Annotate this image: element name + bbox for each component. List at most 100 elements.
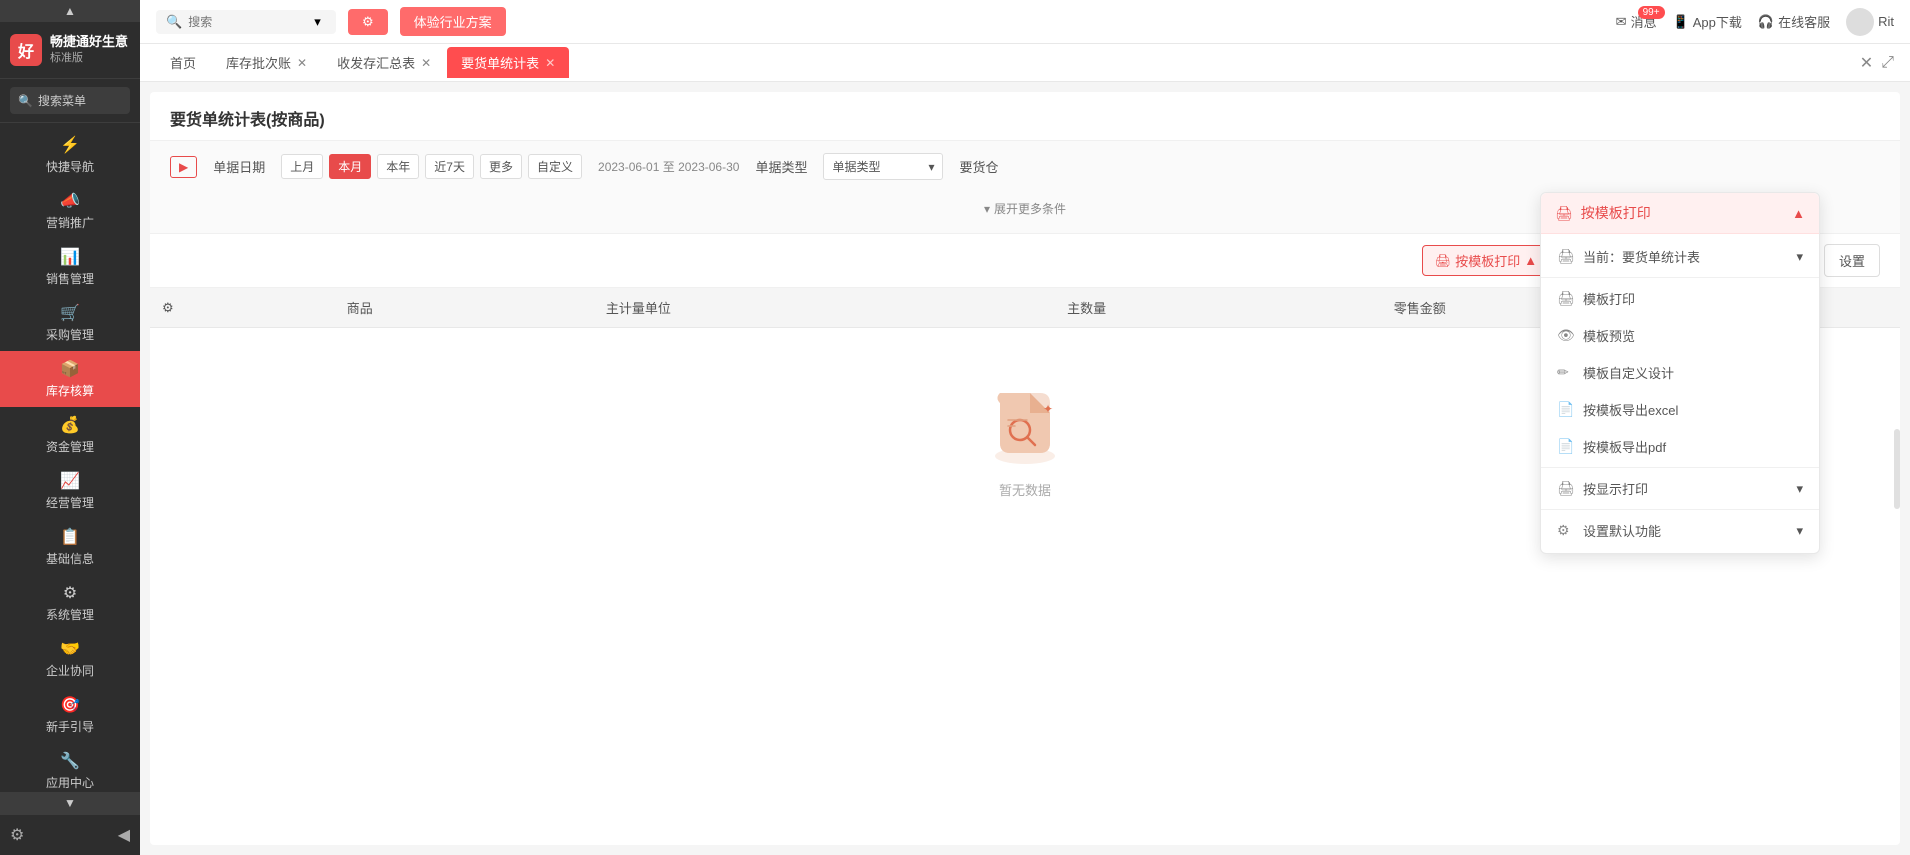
- dropdown-header-label: 按模板打印: [1581, 203, 1651, 223]
- sidebar-item-purchase[interactable]: 🛒 采购管理: [0, 295, 140, 351]
- table-settings-icon[interactable]: ⚙: [162, 300, 174, 315]
- user-avatar[interactable]: Rit: [1846, 8, 1894, 36]
- tab-home-label: 首页: [170, 53, 196, 72]
- sidebar-item-label: 采购管理: [46, 326, 94, 343]
- trial-button[interactable]: 体验行业方案: [400, 7, 506, 36]
- settings-btn[interactable]: 设置: [1824, 244, 1880, 277]
- gear-btn[interactable]: ⚙: [348, 9, 388, 35]
- sidebar: ▲ 好 畅捷通好生意 标准版 🔍 搜索菜单 ⚡ 快捷导航 📣 营销推广 📊 销售…: [0, 0, 140, 855]
- tab-inventory-batch-close[interactable]: ✕: [297, 56, 307, 70]
- tab-inventory-batch[interactable]: 库存批次账 ✕: [212, 47, 321, 78]
- dropdown-template-export-pdf[interactable]: 📄 按模板导出pdf: [1541, 428, 1819, 465]
- set-default-chevron-icon: ▾: [1796, 523, 1803, 539]
- dropdown-display-print-label: 按显示打印: [1583, 479, 1648, 498]
- dropdown-template-export-excel[interactable]: 📄 按模板导出excel: [1541, 391, 1819, 428]
- collab-icon: 🤝: [60, 639, 80, 659]
- sidebar-item-inventory[interactable]: 📦 库存核算: [0, 351, 140, 407]
- sidebar-item-basic[interactable]: 📋 基础信息: [0, 519, 140, 575]
- dropdown-display-print[interactable]: 🖨 按显示打印 ▾: [1541, 470, 1819, 507]
- sidebar-item-finance[interactable]: 💰 资金管理: [0, 407, 140, 463]
- template-design-icon: ✏: [1557, 364, 1573, 381]
- dropdown-current-left: 🖨 当前：要货单统计表: [1557, 247, 1700, 266]
- sidebar-scroll-down[interactable]: ▼: [0, 792, 140, 814]
- app-download-icon: 📱: [1673, 14, 1689, 30]
- close-all-tabs-btn[interactable]: ✕: [1860, 53, 1873, 73]
- column-unit: 主计量单位: [594, 288, 1055, 328]
- print-btn[interactable]: 🖨 按模板打印 ▲: [1422, 245, 1550, 276]
- message-icon: ✉: [1616, 14, 1627, 30]
- messages-btn[interactable]: ✉ 消息 99+: [1616, 12, 1657, 31]
- sidebar-item-apps[interactable]: 🔧 应用中心: [0, 743, 140, 792]
- dropdown-chevron-up-icon[interactable]: ▲: [1792, 206, 1805, 221]
- dropdown-template-export-excel-label: 按模板导出excel: [1583, 400, 1678, 419]
- global-search[interactable]: 🔍 ▾: [156, 10, 336, 34]
- dropdown-template-print[interactable]: 🖨 模板打印: [1541, 280, 1819, 317]
- date-prev-month-btn[interactable]: 上月: [281, 154, 323, 179]
- date-last7days-btn[interactable]: 近7天: [425, 154, 474, 179]
- sidebar-item-label: 系统管理: [46, 606, 94, 623]
- expand-more-btn[interactable]: ▾ 展开更多条件: [972, 196, 1078, 221]
- column-product: 商品: [335, 288, 594, 328]
- settings-bottom-btn[interactable]: ⚙: [10, 825, 24, 845]
- online-service-btn[interactable]: 🎧 在线客服: [1758, 12, 1830, 31]
- search-header-icon: 🔍: [166, 14, 182, 30]
- sidebar-search-button[interactable]: 🔍 搜索菜单: [10, 87, 130, 114]
- scroll-handle[interactable]: [1894, 429, 1900, 509]
- date-more-btn[interactable]: 更多: [480, 154, 522, 179]
- tab-collection-summary-close[interactable]: ✕: [421, 56, 431, 70]
- search-icon: 🔍: [18, 94, 33, 108]
- dropdown-set-default[interactable]: ⚙ 设置默认功能 ▾: [1541, 512, 1819, 549]
- filter-expand-btn[interactable]: ▶: [170, 156, 197, 178]
- dropdown-template-preview[interactable]: 👁 模板预览: [1541, 317, 1819, 354]
- sidebar-item-label: 库存核算: [46, 382, 94, 399]
- search-dropdown-icon[interactable]: ▾: [314, 14, 321, 30]
- date-filter-label: 单据日期: [213, 157, 265, 176]
- order-status-label: 要货仓: [959, 157, 998, 176]
- tab-collection-summary[interactable]: 收发存汇总表 ✕: [323, 47, 445, 78]
- operation-icon: 📈: [60, 471, 80, 491]
- date-current-month-btn[interactable]: 本月: [329, 154, 371, 179]
- tab-order-stats-close[interactable]: ✕: [545, 56, 555, 70]
- filter-row: ▶ 单据日期 上月 本月 本年 近7天 更多 自定义 2023-06-01 至 …: [170, 153, 1880, 180]
- service-icon: 🎧: [1758, 14, 1774, 30]
- date-current-year-btn[interactable]: 本年: [377, 154, 419, 179]
- sidebar-item-label: 经营管理: [46, 494, 94, 511]
- dropdown-current-label: 当前：要货单统计表: [1583, 247, 1700, 266]
- sidebar-item-quick-nav[interactable]: ⚡ 快捷导航: [0, 127, 140, 183]
- dropdown-current-item[interactable]: 🖨 当前：要货单统计表 ▾: [1541, 238, 1819, 275]
- system-icon: ⚙: [63, 583, 77, 603]
- sidebar-item-operation[interactable]: 📈 经营管理: [0, 463, 140, 519]
- tab-order-stats-label: 要货单统计表: [461, 53, 539, 72]
- page-content: 要货单统计表(按商品) ▶ 单据日期 上月 本月 本年 近7天 更多 自定义 2…: [150, 92, 1900, 845]
- sidebar-item-marketing[interactable]: 📣 营销推广: [0, 183, 140, 239]
- collapse-btn[interactable]: ◀: [118, 825, 130, 845]
- purchase-icon: 🛒: [60, 303, 80, 323]
- sidebar-item-label: 基础信息: [46, 550, 94, 567]
- dropdown-divider-1: [1541, 277, 1819, 278]
- expand-more-label: 展开更多条件: [994, 200, 1066, 217]
- sidebar-item-sales[interactable]: 📊 销售管理: [0, 239, 140, 295]
- search-input[interactable]: [188, 15, 308, 29]
- sidebar-item-collab[interactable]: 🤝 企业协同: [0, 631, 140, 687]
- maximize-btn[interactable]: ⤢: [1881, 53, 1894, 73]
- sidebar-item-guide[interactable]: 🎯 新手引导: [0, 687, 140, 743]
- date-custom-btn[interactable]: 自定义: [528, 154, 582, 179]
- empty-text: 暂无数据: [999, 480, 1051, 499]
- display-print-chevron-icon: ▾: [1796, 481, 1803, 497]
- dropdown-divider-2: [1541, 467, 1819, 468]
- tab-home[interactable]: 首页: [156, 47, 210, 78]
- sidebar-item-label: 资金管理: [46, 438, 94, 455]
- page-title: 要货单统计表(按商品): [170, 112, 325, 129]
- column-settings[interactable]: ⚙: [150, 288, 335, 328]
- sidebar-scroll-up[interactable]: ▲: [0, 0, 140, 22]
- sidebar-bottom: ⚙ ◀: [0, 814, 140, 855]
- app-download-btn[interactable]: 📱 App下载: [1673, 12, 1742, 31]
- dropdown-template-design[interactable]: ✏ 模板自定义设计: [1541, 354, 1819, 391]
- dropdown-print-icon: 🖨: [1555, 205, 1573, 222]
- order-type-select[interactable]: 单据类型 ▾: [823, 153, 943, 180]
- sidebar-item-system[interactable]: ⚙ 系统管理: [0, 575, 140, 631]
- top-header: 🔍 ▾ ⚙ 体验行业方案 ✉ 消息 99+ 📱 App下载 🎧 在线客服 Ri: [140, 0, 1910, 44]
- order-type-label: 单据类型: [755, 157, 807, 176]
- tab-order-stats[interactable]: 要货单统计表 ✕: [447, 47, 569, 78]
- avatar: [1846, 8, 1874, 36]
